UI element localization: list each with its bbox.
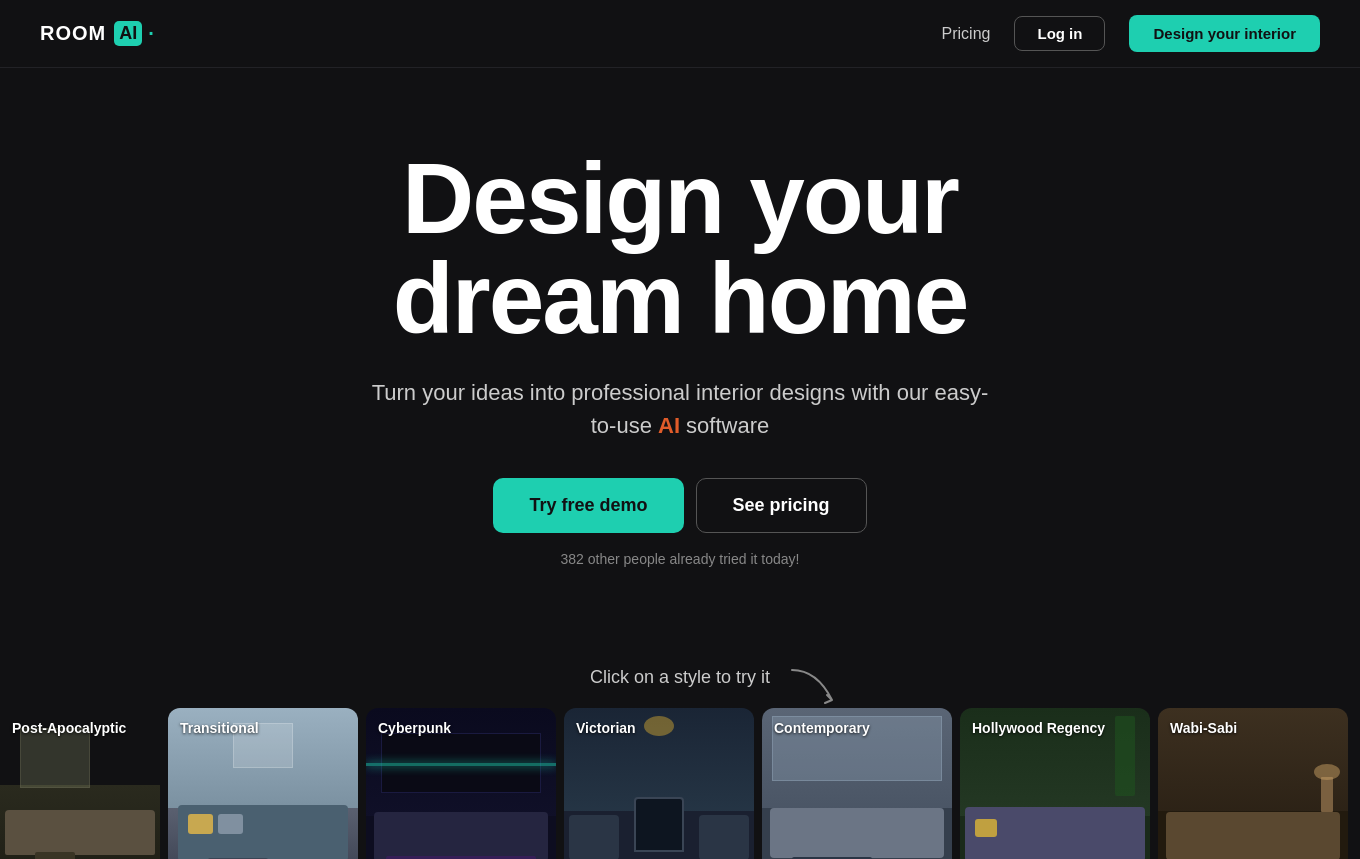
logo-dot: · — [148, 22, 154, 45]
styles-scroll: Post-Apocalyptic Transitional — [0, 708, 1360, 859]
hero-social-proof: 382 other people already tried it today! — [561, 551, 800, 567]
hero-section: Design your dream home Turn your ideas i… — [0, 68, 1360, 627]
lampshade — [1314, 764, 1340, 780]
sofa-left — [569, 815, 619, 859]
style-label-transitional: Transitional — [180, 720, 259, 736]
plant — [1115, 716, 1135, 796]
style-card-cyberpunk[interactable]: Cyberpunk — [366, 708, 556, 859]
tv-glow — [366, 763, 556, 766]
navbar: ROOM AI · Pricing Log in Design your int… — [0, 0, 1360, 68]
sofa — [374, 812, 548, 859]
sofa-right — [699, 815, 749, 859]
style-card-victorian[interactable]: Victorian — [564, 708, 754, 859]
hero-title-line2: dream home — [393, 242, 968, 354]
logo-ai-box: AI — [114, 21, 142, 46]
cushion1 — [188, 814, 213, 834]
hero-subtitle: Turn your ideas into professional interi… — [370, 376, 990, 442]
try-free-demo-button[interactable]: Try free demo — [493, 478, 683, 533]
sofa — [770, 808, 944, 858]
chandelier — [644, 716, 674, 736]
style-label-post-apocalyptic: Post-Apocalyptic — [12, 720, 126, 736]
style-card-contemporary[interactable]: Contemporary — [762, 708, 952, 859]
styles-click-label: Click on a style to try it — [590, 667, 770, 687]
style-label-hollywood-regency: Hollywood Regency — [972, 720, 1105, 736]
table — [35, 852, 75, 859]
hero-buttons: Try free demo See pricing — [493, 478, 866, 533]
style-label-contemporary: Contemporary — [774, 720, 870, 736]
style-card-hollywood-regency[interactable]: Hollywood Regency — [960, 708, 1150, 859]
hero-title: Design your dream home — [393, 148, 968, 348]
style-label-victorian: Victorian — [576, 720, 636, 736]
style-card-wabi-sabi[interactable]: Wabi-Sabi — [1158, 708, 1348, 859]
design-your-interior-button[interactable]: Design your interior — [1129, 15, 1320, 52]
sofa — [1166, 812, 1340, 859]
nav-pricing-link[interactable]: Pricing — [942, 25, 991, 43]
lamp — [1321, 777, 1333, 812]
styles-section: Click on a style to try it Post-Apocalyp… — [0, 627, 1360, 859]
style-card-transitional[interactable]: Transitional — [168, 708, 358, 859]
hero-subtitle-text-after: software — [680, 413, 769, 438]
cushion2 — [218, 814, 243, 834]
login-button[interactable]: Log in — [1014, 16, 1105, 51]
style-label-cyberpunk: Cyberpunk — [378, 720, 451, 736]
style-label-wabi-sabi: Wabi-Sabi — [1170, 720, 1237, 736]
logo-text: ROOM — [40, 22, 106, 45]
window — [20, 728, 90, 788]
hero-title-line1: Design your — [402, 142, 958, 254]
see-pricing-button[interactable]: See pricing — [696, 478, 867, 533]
nav-right: Pricing Log in Design your interior — [942, 15, 1320, 52]
hero-ai-word: AI — [658, 413, 680, 438]
sofa — [5, 810, 155, 855]
style-card-post-apocalyptic[interactable]: Post-Apocalyptic — [0, 708, 160, 859]
logo: ROOM AI · — [40, 21, 154, 46]
cushion — [975, 819, 997, 837]
fireplace — [634, 797, 684, 852]
